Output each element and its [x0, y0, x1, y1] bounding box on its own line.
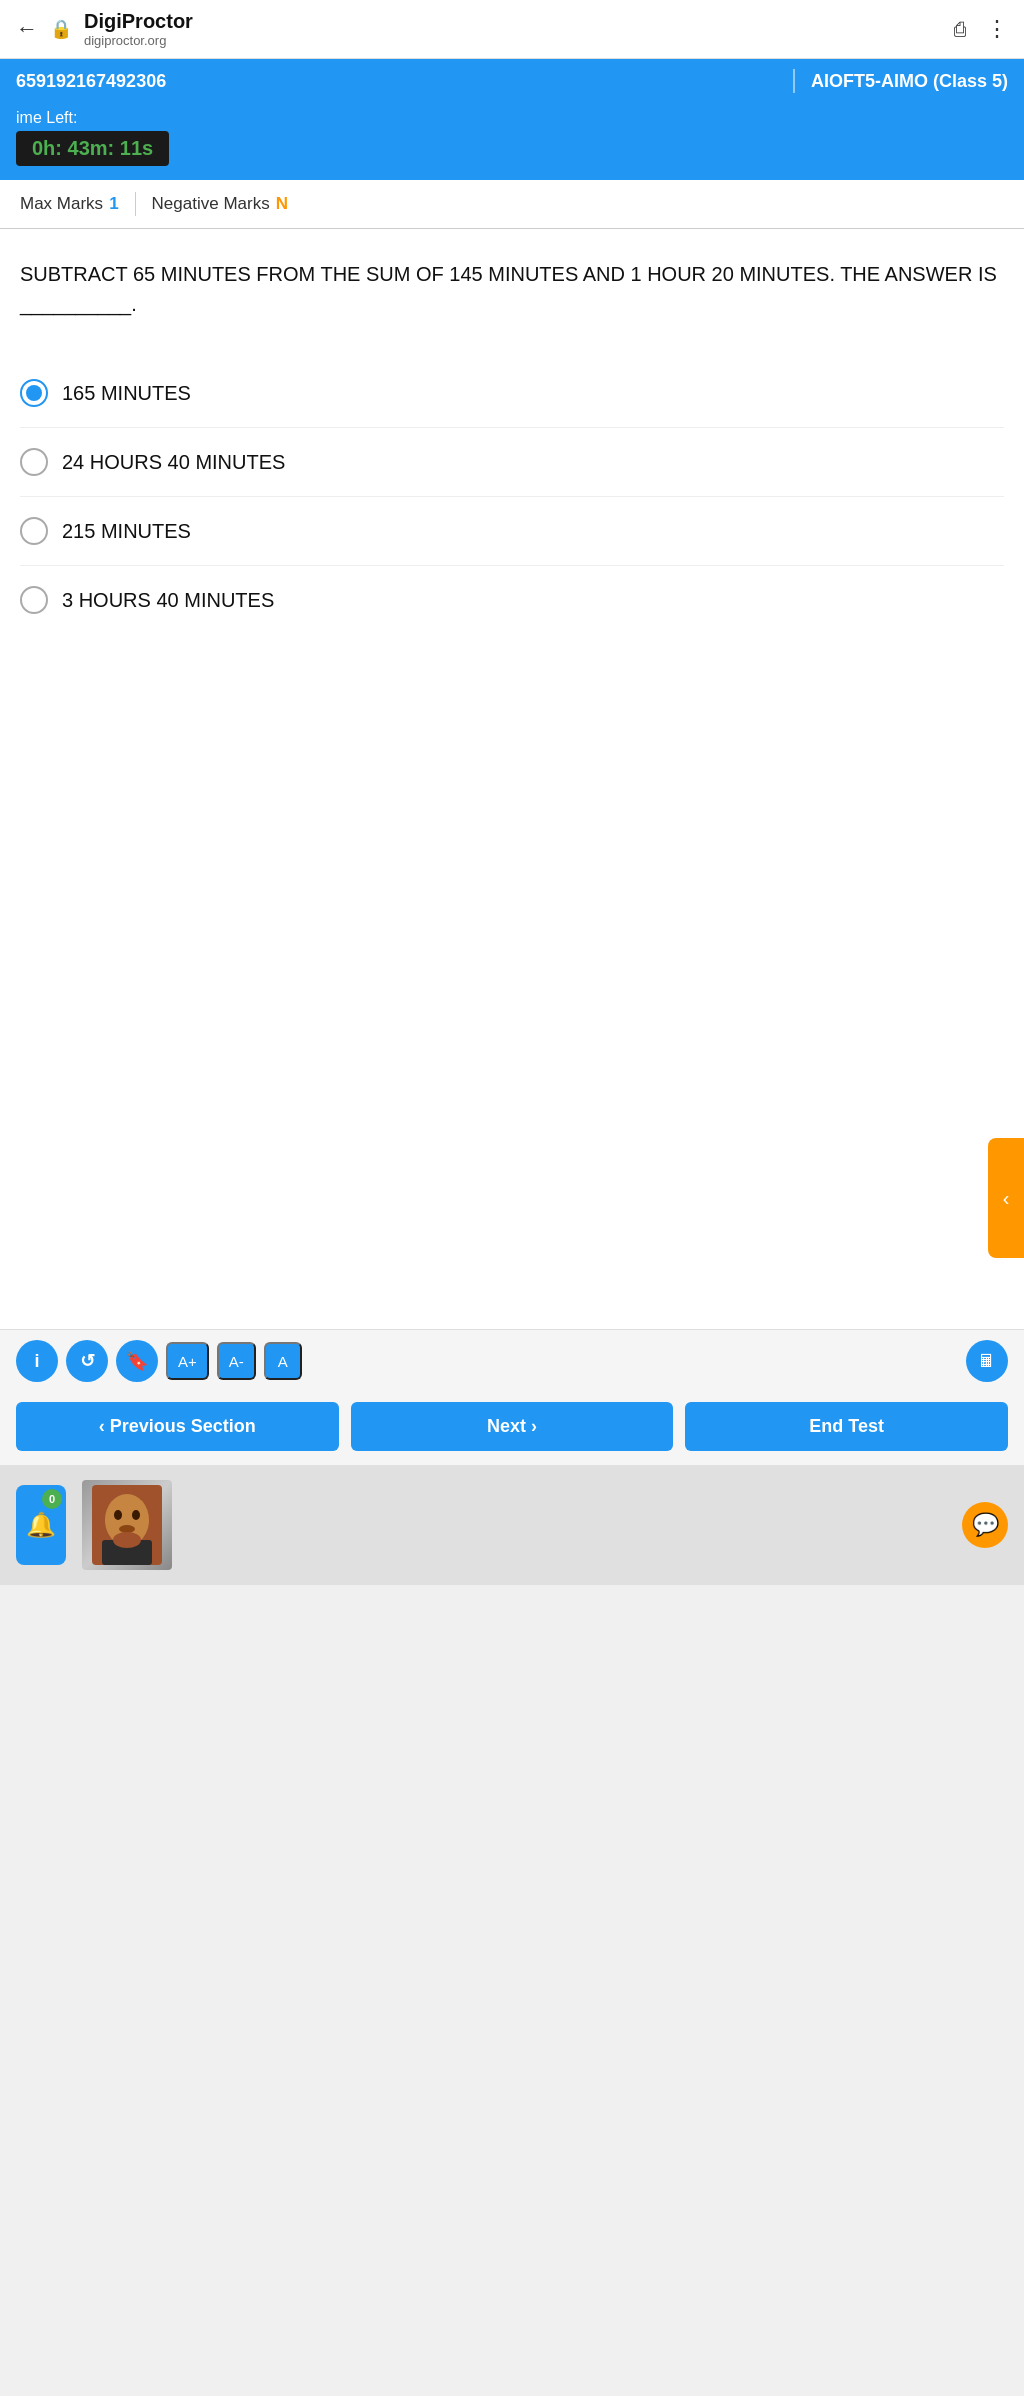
radio-d[interactable] [20, 586, 48, 614]
radio-a[interactable] [20, 379, 48, 407]
svg-point-2 [114, 1510, 122, 1520]
option-item-a[interactable]: 165 MINUTES [20, 359, 1004, 428]
options-list: 165 MINUTES 24 HOURS 40 MINUTES 215 MINU… [20, 359, 1004, 634]
negative-marks-label: Negative Marks [152, 194, 270, 214]
info-bar: 659192167492306 AIOFT5-AIMO (Class 5) [0, 59, 1024, 103]
option-label-b: 24 HOURS 40 MINUTES [62, 451, 285, 474]
webcam-face-svg [92, 1485, 162, 1565]
option-label-a: 165 MINUTES [62, 382, 191, 405]
negative-marks-value: N [276, 194, 288, 214]
session-id: 659192167492306 [16, 71, 777, 92]
max-marks-item: Max Marks 1 [20, 194, 119, 214]
end-test-button[interactable]: End Test [685, 1402, 1008, 1451]
prev-section-button[interactable]: ‹ Previous Section [16, 1402, 339, 1451]
svg-point-6 [113, 1532, 141, 1548]
radio-b[interactable] [20, 448, 48, 476]
chat-button[interactable]: 💬 [962, 1502, 1008, 1548]
header-right: ⎙ ⋮ [954, 16, 1008, 42]
option-label-c: 215 MINUTES [62, 520, 191, 543]
exam-name: AIOFT5-AIMO (Class 5) [811, 71, 1008, 92]
menu-icon[interactable]: ⋮ [986, 16, 1008, 42]
info-divider [793, 69, 795, 93]
share-icon[interactable]: ⎙ [954, 18, 966, 41]
radio-c[interactable] [20, 517, 48, 545]
header-title-block: DigiProctor digiproctor.org [84, 10, 193, 48]
option-item-c[interactable]: 215 MINUTES [20, 497, 1004, 566]
notification-button[interactable]: 0 🔔 [16, 1485, 66, 1565]
timer-value: 0h: 43m: 11s [16, 131, 169, 166]
next-button[interactable]: Next › [351, 1402, 674, 1451]
timer-label: ime Left: [16, 109, 1008, 127]
max-marks-label: Max Marks [20, 194, 103, 214]
svg-point-4 [119, 1525, 135, 1533]
marks-bar: Max Marks 1 Negative Marks N [0, 180, 1024, 229]
option-item-b[interactable]: 24 HOURS 40 MINUTES [20, 428, 1004, 497]
font-increase-button[interactable]: A+ [166, 1342, 209, 1380]
info-button[interactable]: i [16, 1340, 58, 1382]
negative-marks-item: Negative Marks N [152, 194, 288, 214]
option-label-d: 3 HOURS 40 MINUTES [62, 589, 274, 612]
app-name: DigiProctor [84, 10, 193, 33]
webcam-placeholder [82, 1480, 172, 1570]
question-area: SUBTRACT 65 MINUTES FROM THE SUM OF 145 … [0, 229, 1024, 1129]
back-icon[interactable]: ← [16, 16, 38, 42]
svg-point-3 [132, 1510, 140, 1520]
notification-badge: 0 [42, 1489, 62, 1509]
undo-button[interactable]: ↺ [66, 1340, 108, 1382]
spacer [0, 1129, 1024, 1329]
bell-icon: 🔔 [26, 1511, 56, 1539]
header: ← 🔒 DigiProctor digiproctor.org ⎙ ⋮ [0, 0, 1024, 59]
calculator-button[interactable]: 🖩 [966, 1340, 1008, 1382]
app-url: digiproctor.org [84, 33, 193, 48]
nav-bar: ‹ Previous Section Next › End Test [0, 1392, 1024, 1465]
webcam-preview [82, 1480, 172, 1570]
header-left: ← 🔒 DigiProctor digiproctor.org [16, 10, 954, 48]
bottom-bar: 0 🔔 💬 [0, 1465, 1024, 1585]
bookmark-button[interactable]: 🔖 [116, 1340, 158, 1382]
bottom-toolbar: i ↺ 🔖 A+ A- A 🖩 [0, 1329, 1024, 1392]
max-marks-value: 1 [109, 194, 118, 214]
timer-bar: ime Left: 0h: 43m: 11s [0, 103, 1024, 180]
side-panel-tab[interactable]: ‹ [988, 1138, 1024, 1258]
option-item-d[interactable]: 3 HOURS 40 MINUTES [20, 566, 1004, 634]
lock-icon: 🔒 [50, 18, 72, 40]
font-decrease-button[interactable]: A- [217, 1342, 256, 1380]
marks-divider [135, 192, 136, 216]
question-text: SUBTRACT 65 MINUTES FROM THE SUM OF 145 … [20, 259, 1004, 319]
chevron-left-icon: ‹ [1003, 1187, 1010, 1210]
font-reset-button[interactable]: A [264, 1342, 302, 1380]
